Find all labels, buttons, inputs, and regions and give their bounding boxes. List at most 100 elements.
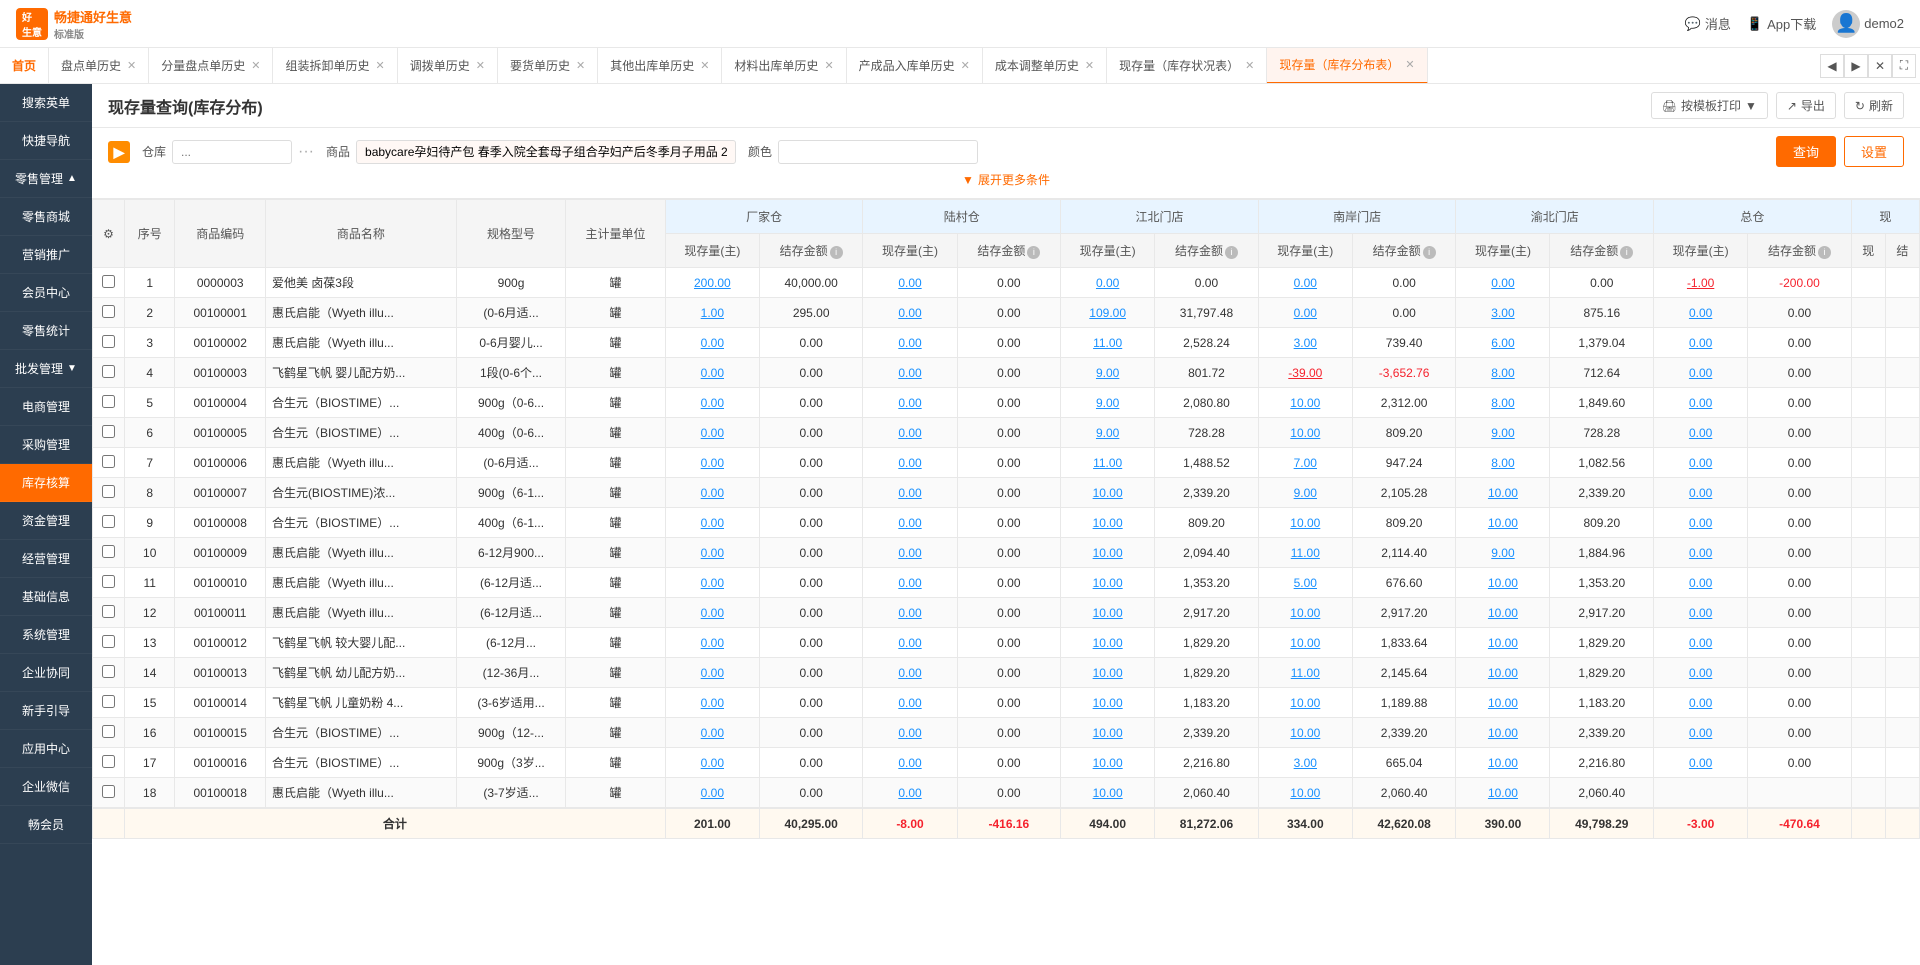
close-icon[interactable]: ✕ (376, 59, 385, 72)
table-cell[interactable]: 10.00 (1258, 598, 1352, 628)
table-cell[interactable]: 0.00 (665, 448, 759, 478)
table-cell[interactable]: 8.00 (1456, 358, 1550, 388)
table-cell[interactable]: 0.00 (665, 508, 759, 538)
info-icon[interactable]: i (1818, 246, 1831, 259)
sidebar-item-system[interactable]: 系统管理 (0, 616, 92, 654)
table-cell[interactable]: 0.00 (1654, 568, 1748, 598)
sidebar-item-search[interactable]: 搜索英单 (0, 84, 92, 122)
table-cell[interactable]: 0.00 (1654, 328, 1748, 358)
table-cell[interactable]: 10.00 (1456, 628, 1550, 658)
table-cell[interactable]: 11.00 (1061, 328, 1155, 358)
table-cell[interactable]: 0.00 (665, 628, 759, 658)
sidebar-item-member[interactable]: 会员中心 (0, 274, 92, 312)
table-cell[interactable]: 10.00 (1258, 508, 1352, 538)
tab-3[interactable]: 组装拆卸单历史 ✕ (273, 48, 397, 84)
row-checkbox[interactable] (93, 778, 125, 809)
table-cell[interactable]: 0.00 (1654, 538, 1748, 568)
sidebar-item-apps[interactable]: 应用中心 (0, 730, 92, 768)
table-cell[interactable]: 0.00 (665, 778, 759, 809)
sidebar-item-operations[interactable]: 经营管理 (0, 540, 92, 578)
sidebar-item-retail-stats[interactable]: 零售统计 (0, 312, 92, 350)
row-checkbox[interactable] (93, 478, 125, 508)
table-cell[interactable]: 0.00 (1654, 658, 1748, 688)
close-icon[interactable]: ✕ (961, 59, 970, 72)
table-cell[interactable]: 10.00 (1456, 658, 1550, 688)
table-cell[interactable]: 0.00 (665, 568, 759, 598)
tab-11[interactable]: 现存量（库存分布表）✕ (1267, 48, 1427, 84)
table-cell[interactable]: 10.00 (1061, 568, 1155, 598)
table-cell[interactable]: 0.00 (1061, 268, 1155, 298)
table-cell[interactable]: 10.00 (1258, 778, 1352, 809)
close-icon[interactable]: ✕ (700, 59, 709, 72)
table-cell[interactable]: 0.00 (1258, 298, 1352, 328)
table-cell[interactable]: 10.00 (1061, 748, 1155, 778)
close-icon[interactable]: ✕ (1085, 59, 1094, 72)
table-cell[interactable]: 0.00 (665, 658, 759, 688)
sidebar-item-collab[interactable]: 企业协同 (0, 654, 92, 692)
table-cell[interactable]: 3.00 (1258, 748, 1352, 778)
row-checkbox[interactable] (93, 718, 125, 748)
table-cell[interactable]: 11.00 (1061, 448, 1155, 478)
info-icon[interactable]: i (830, 246, 843, 259)
table-cell[interactable]: 0.00 (1654, 718, 1748, 748)
table-cell[interactable]: 0.00 (863, 538, 957, 568)
table-cell[interactable]: 0.00 (863, 778, 957, 809)
row-checkbox[interactable] (93, 628, 125, 658)
table-cell[interactable]: 0.00 (1654, 598, 1748, 628)
color-input[interactable] (778, 140, 978, 164)
sidebar-item-retail-mall[interactable]: 零售商城 (0, 198, 92, 236)
tab-6[interactable]: 其他出库单历史 ✕ (598, 48, 722, 84)
table-cell[interactable]: 0.00 (665, 688, 759, 718)
table-cell[interactable]: 10.00 (1061, 658, 1155, 688)
table-cell[interactable]: 0.00 (1654, 508, 1748, 538)
table-cell[interactable]: 10.00 (1061, 778, 1155, 809)
warehouse-input[interactable] (172, 140, 292, 164)
row-checkbox[interactable] (93, 538, 125, 568)
sidebar-item-wechat[interactable]: 企业微信 (0, 768, 92, 806)
table-cell[interactable]: 10.00 (1456, 568, 1550, 598)
th-gear[interactable]: ⚙ (93, 200, 125, 268)
sidebar-item-wholesale[interactable]: 批发管理▼ (0, 350, 92, 388)
close-icon[interactable]: ✕ (1245, 59, 1254, 72)
table-cell[interactable]: 0.00 (1654, 448, 1748, 478)
table-cell[interactable]: 0.00 (665, 358, 759, 388)
table-cell[interactable]: 10.00 (1456, 718, 1550, 748)
table-cell[interactable]: -1.00 (1654, 268, 1748, 298)
table-cell[interactable]: 10.00 (1456, 508, 1550, 538)
table-cell[interactable]: 0.00 (863, 658, 957, 688)
table-cell[interactable]: 0.00 (1654, 478, 1748, 508)
table-cell[interactable]: 10.00 (1061, 628, 1155, 658)
table-cell[interactable]: 0.00 (863, 418, 957, 448)
table-cell[interactable]: 10.00 (1456, 478, 1550, 508)
close-icon[interactable]: ✕ (476, 59, 485, 72)
table-cell[interactable]: 9.00 (1258, 478, 1352, 508)
table-cell[interactable]: 9.00 (1456, 538, 1550, 568)
tab-5[interactable]: 要货单历史 ✕ (498, 48, 598, 84)
print-btn[interactable]: 🖨 按模板打印 ▼ (1651, 92, 1768, 119)
tab-9[interactable]: 成本调整单历史 ✕ (983, 48, 1107, 84)
table-cell[interactable]: 0.00 (863, 478, 957, 508)
table-cell[interactable]: 8.00 (1456, 388, 1550, 418)
sidebar-item-purchase[interactable]: 采购管理 (0, 426, 92, 464)
table-cell[interactable]: 0.00 (1258, 268, 1352, 298)
tab-next-btn[interactable]: ▶ (1844, 54, 1868, 78)
table-cell[interactable]: 0.00 (665, 418, 759, 448)
table-cell[interactable]: 10.00 (1456, 598, 1550, 628)
row-checkbox[interactable] (93, 418, 125, 448)
table-cell[interactable]: 11.00 (1258, 538, 1352, 568)
row-checkbox[interactable] (93, 388, 125, 418)
table-cell[interactable]: 0.00 (665, 388, 759, 418)
message-btn[interactable]: 💬 消息 (1685, 14, 1731, 33)
table-cell[interactable]: 0.00 (1654, 418, 1748, 448)
row-checkbox[interactable] (93, 748, 125, 778)
sidebar-item-member2[interactable]: 畅会员 (0, 806, 92, 844)
table-cell[interactable]: 6.00 (1456, 328, 1550, 358)
warehouse-clear-icon[interactable]: ··· (298, 143, 314, 161)
table-cell[interactable]: 0.00 (863, 508, 957, 538)
table-cell[interactable]: 0.00 (1654, 298, 1748, 328)
table-cell[interactable]: 9.00 (1061, 418, 1155, 448)
table-cell[interactable]: 0.00 (1654, 388, 1748, 418)
tab-7[interactable]: 材料出库单历史 ✕ (722, 48, 846, 84)
info-icon[interactable]: i (1225, 246, 1238, 259)
export-btn[interactable]: ↗ 导出 (1776, 92, 1836, 119)
